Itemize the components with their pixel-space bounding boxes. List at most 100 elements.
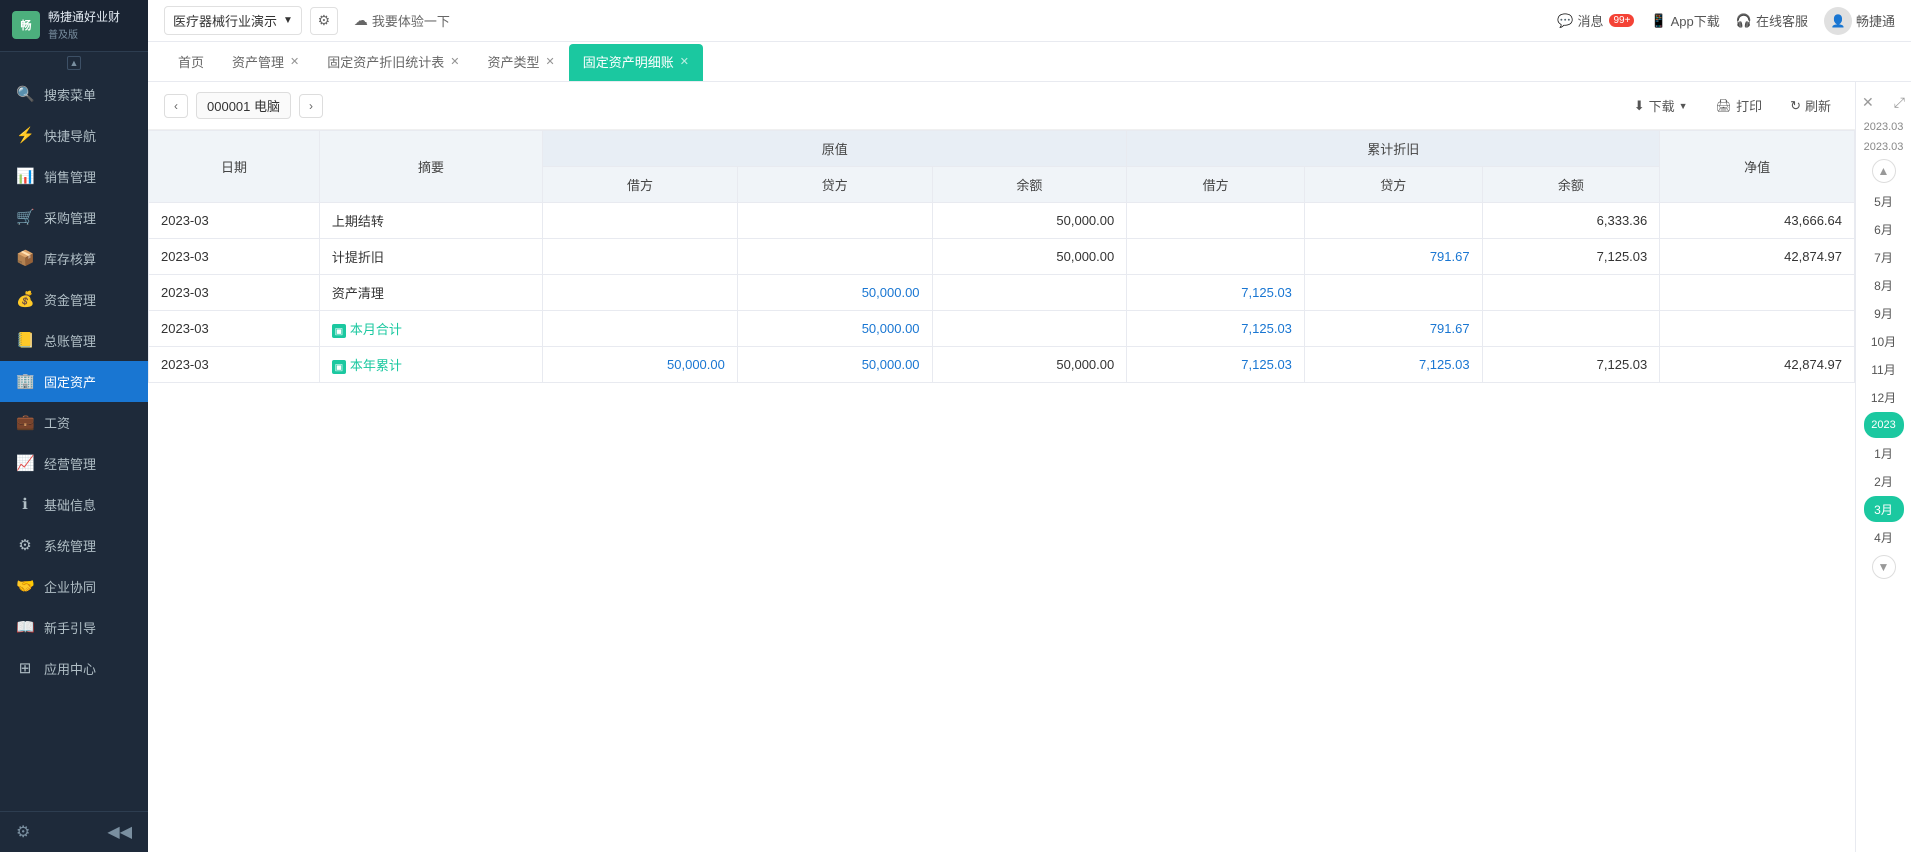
month-3-active[interactable]: 3月 xyxy=(1864,496,1904,522)
sidebar-scroll-up[interactable]: ▲ xyxy=(67,56,81,70)
sidebar-item-guide[interactable]: 📖 新手引导 xyxy=(0,607,148,648)
collapse-icon[interactable]: ◀◀ xyxy=(107,822,132,842)
sidebar-item-inventory[interactable]: 📦 库存核算 xyxy=(0,238,148,279)
download-icon: 📱 xyxy=(1650,13,1666,29)
cell-orig-debit xyxy=(543,239,738,275)
table-row: 2023-03 计提折旧 50,000.00 791.67 7,125.03 4… xyxy=(149,239,1855,275)
print-button[interactable]: 🖨 打印 xyxy=(1708,92,1771,119)
sidebar-item-label: 资金管理 xyxy=(44,290,96,309)
cell-net-value: 42,874.97 xyxy=(1660,239,1855,275)
chart-icon: 📊 xyxy=(16,167,34,185)
month-2[interactable]: 2月 xyxy=(1864,468,1904,494)
timeline-up-arrow[interactable]: ▲ xyxy=(1872,159,1896,183)
sidebar-item-system[interactable]: ⚙ 系统管理 xyxy=(0,525,148,566)
grid-icon: ⊞ xyxy=(16,659,34,677)
tab-depreciation-stat-close[interactable]: ✕ xyxy=(450,55,459,68)
tab-asset-detail[interactable]: 固定资产明细账 ✕ xyxy=(569,44,703,81)
refresh-button[interactable]: ↻ 刷新 xyxy=(1782,92,1839,119)
download-chevron: ▼ xyxy=(1679,101,1688,111)
cell-accum-balance xyxy=(1482,275,1660,311)
message-badge: 99+ xyxy=(1609,14,1634,27)
tab-asset-type[interactable]: 资产类型 ✕ xyxy=(473,44,568,81)
tab-asset-mgmt[interactable]: 资产管理 ✕ xyxy=(218,44,313,81)
sidebar-item-label: 新手引导 xyxy=(44,618,96,637)
cell-summary: 资产清理 xyxy=(319,275,542,311)
tab-depreciation-stat[interactable]: 固定资产折旧统计表 ✕ xyxy=(313,44,473,81)
download-icon: ⬇ xyxy=(1634,98,1645,114)
cell-accum-credit: 791.67 xyxy=(1304,311,1482,347)
sidebar-item-purchase[interactable]: 🛒 采购管理 xyxy=(0,197,148,238)
app-download-label: App下载 xyxy=(1671,11,1720,30)
month-8[interactable]: 8月 xyxy=(1864,272,1904,298)
cell-net-value xyxy=(1660,311,1855,347)
year-label-sub: 2023.03 xyxy=(1864,141,1904,153)
cell-accum-credit: 7,125.03 xyxy=(1304,347,1482,383)
sidebar-item-funds[interactable]: 💰 资金管理 xyxy=(0,279,148,320)
sidebar-item-fixed-assets[interactable]: 🏢 固定资产 xyxy=(0,361,148,402)
cell-net-value: 43,666.64 xyxy=(1660,203,1855,239)
sidebar-item-label: 应用中心 xyxy=(44,659,96,678)
sidebar-item-operations[interactable]: 📈 经营管理 xyxy=(0,443,148,484)
summary-icon: ▣ xyxy=(332,324,346,338)
cell-net-value: 42,874.97 xyxy=(1660,347,1855,383)
asset-detail-table: 日期 摘要 原值 累计折旧 净值 借方 贷方 余额 借方 xyxy=(148,130,1855,383)
month-9[interactable]: 9月 xyxy=(1864,300,1904,326)
sidebar-item-app-center[interactable]: ⊞ 应用中心 xyxy=(0,648,148,689)
cell-net-value xyxy=(1660,275,1855,311)
timeline-close-icon[interactable]: ✕ xyxy=(1862,94,1874,111)
settings-bottom-icon[interactable]: ⚙ xyxy=(16,822,30,842)
tab-depreciation-stat-label: 固定资产折旧统计表 xyxy=(327,52,444,71)
cell-accum-credit xyxy=(1304,275,1482,311)
settings-button[interactable]: ⚙ xyxy=(310,7,338,35)
col-net-value: 净值 xyxy=(1660,131,1855,203)
month-7[interactable]: 7月 xyxy=(1864,244,1904,270)
sidebar-item-quick-nav[interactable]: ⚡ 快捷导航 xyxy=(0,115,148,156)
lightning-icon: ⚡ xyxy=(16,126,34,144)
sidebar-item-enterprise[interactable]: 🤝 企业协同 xyxy=(0,566,148,607)
cell-orig-debit xyxy=(543,275,738,311)
month-6[interactable]: 6月 xyxy=(1864,216,1904,242)
sidebar-item-basic-info[interactable]: ℹ 基础信息 xyxy=(0,484,148,525)
tab-asset-detail-label: 固定资产明细账 xyxy=(583,52,674,71)
cell-accum-balance: 6,333.36 xyxy=(1482,203,1660,239)
download-button[interactable]: ⬇ 下载 ▼ xyxy=(1626,92,1696,119)
cell-orig-credit: 50,000.00 xyxy=(737,347,932,383)
sidebar-item-payroll[interactable]: 💼 工资 xyxy=(0,402,148,443)
gear-icon: ⚙ xyxy=(16,536,34,554)
cell-date: 2023-03 xyxy=(149,239,320,275)
month-4[interactable]: 4月 xyxy=(1864,524,1904,550)
online-service-button[interactable]: 🎧 在线客服 xyxy=(1736,11,1808,30)
sidebar-item-sales[interactable]: 📊 销售管理 xyxy=(0,156,148,197)
experience-button[interactable]: ☁ 我要体验一下 xyxy=(354,11,450,30)
cell-date: 2023-03 xyxy=(149,275,320,311)
tab-asset-mgmt-close[interactable]: ✕ xyxy=(290,55,299,68)
cell-summary: 上期结转 xyxy=(319,203,542,239)
sidebar-item-ledger[interactable]: 📒 总账管理 xyxy=(0,320,148,361)
app-download-button[interactable]: 📱 App下载 xyxy=(1650,11,1719,30)
month-12[interactable]: 12月 xyxy=(1864,384,1904,410)
logo-text: 畅捷通好业财 xyxy=(48,10,120,26)
sidebar-item-search[interactable]: 🔍 搜索菜单 xyxy=(0,74,148,115)
main-content: 医疗器械行业演示 ▼ ⚙ ☁ 我要体验一下 💬 消息 99+ 📱 App下载 🎧… xyxy=(148,0,1911,852)
cell-accum-credit xyxy=(1304,203,1482,239)
timeline-down-arrow[interactable]: ▼ xyxy=(1872,555,1896,579)
tab-asset-type-close[interactable]: ✕ xyxy=(546,55,555,68)
cell-accum-debit: 7,125.03 xyxy=(1127,275,1305,311)
nav-prev[interactable]: ‹ xyxy=(164,94,188,118)
tab-home[interactable]: 首页 xyxy=(164,44,218,81)
message-button[interactable]: 💬 消息 99+ xyxy=(1557,11,1634,30)
toolbar-right: ⬇ 下载 ▼ 🖨 打印 ↻ 刷新 xyxy=(1626,92,1839,119)
month-10[interactable]: 10月 xyxy=(1864,328,1904,354)
nav-next[interactable]: › xyxy=(299,94,323,118)
cell-orig-credit xyxy=(737,203,932,239)
user-profile[interactable]: 👤 畅捷通 xyxy=(1824,7,1895,35)
avatar-icon: 👤 xyxy=(1831,14,1846,28)
tab-asset-detail-close[interactable]: ✕ xyxy=(680,55,689,68)
cell-orig-balance: 50,000.00 xyxy=(932,239,1127,275)
company-selector[interactable]: 医疗器械行业演示 ▼ xyxy=(164,6,302,35)
month-11[interactable]: 11月 xyxy=(1864,356,1904,382)
month-1[interactable]: 1月 xyxy=(1864,440,1904,466)
search-icon: 🔍 xyxy=(16,85,34,103)
timeline-expand-icon[interactable]: ⤢ xyxy=(1894,94,1905,111)
month-5[interactable]: 5月 xyxy=(1864,188,1904,214)
